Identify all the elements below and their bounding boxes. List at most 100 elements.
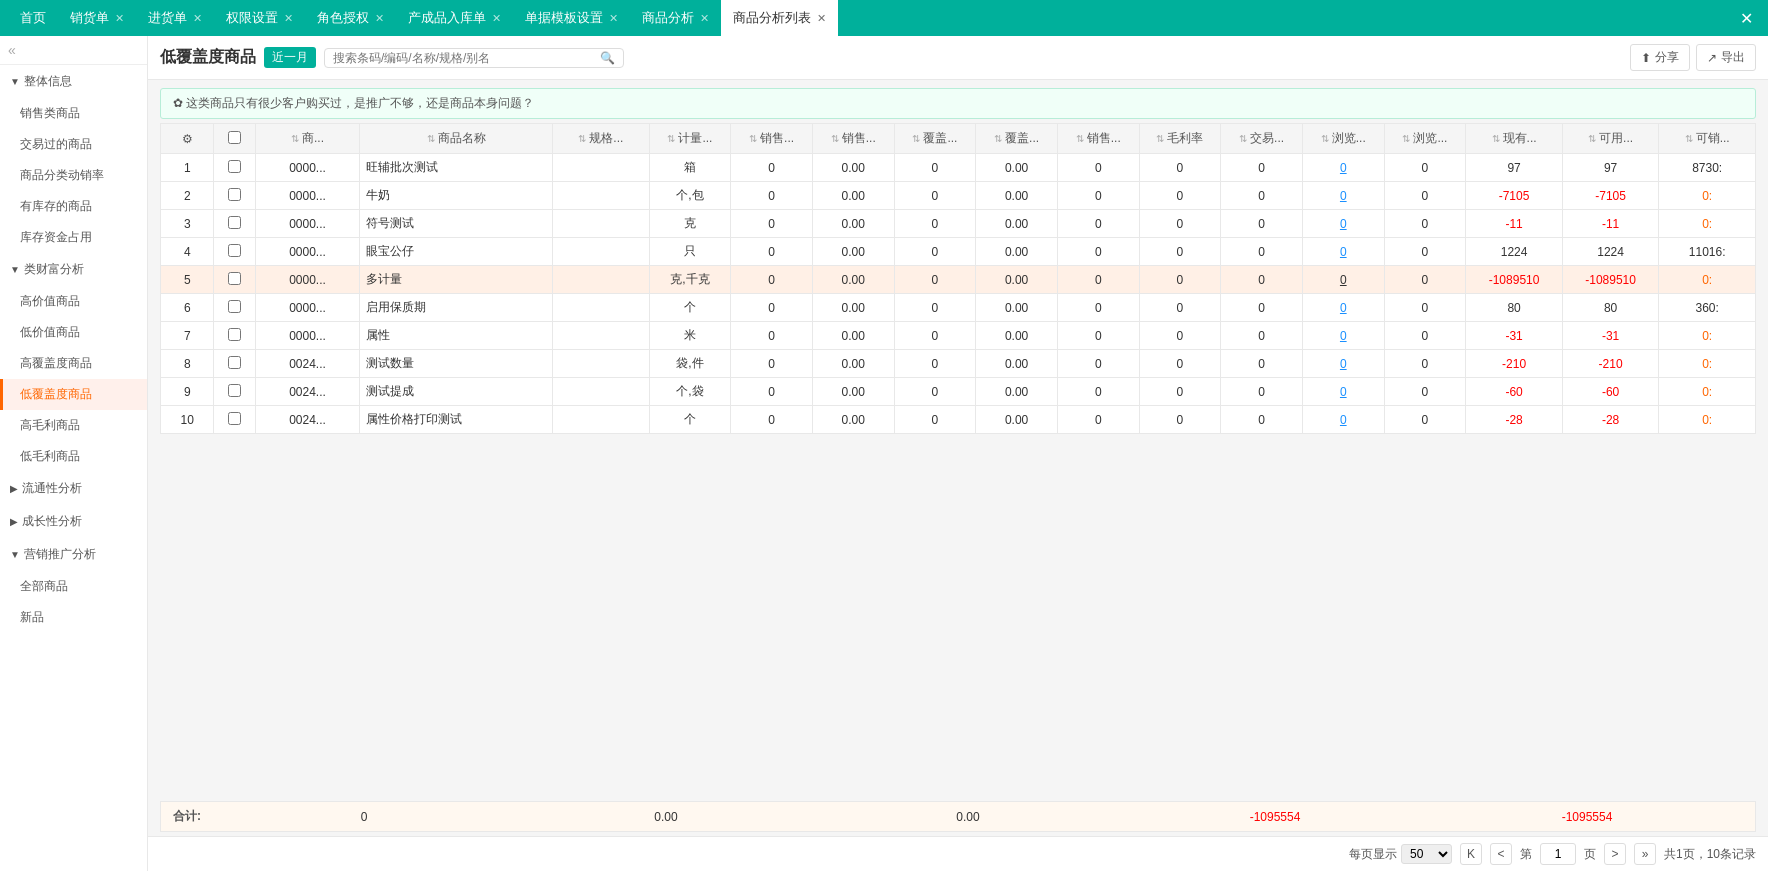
last-page-button[interactable]: »	[1634, 843, 1656, 865]
th-browse2[interactable]: ⇅浏览...	[1384, 124, 1466, 154]
time-filter-button[interactable]: 近一月	[264, 47, 316, 68]
nav-close-role[interactable]: ✕	[375, 12, 384, 25]
row-checkbox[interactable]	[214, 266, 256, 294]
nav-close-permission[interactable]: ✕	[284, 12, 293, 25]
search-input[interactable]	[333, 51, 596, 65]
arrow-icon-2: ▼	[10, 264, 20, 275]
row-unit: 个	[649, 294, 731, 322]
nav-product-analysis[interactable]: 商品分析 ✕	[630, 0, 721, 36]
sidebar-item-with-stock[interactable]: 有库存的商品	[0, 191, 147, 222]
arrow-icon-3: ▶	[10, 483, 18, 494]
first-page-button[interactable]: K	[1460, 843, 1482, 865]
row-browse1[interactable]: 0	[1302, 294, 1384, 322]
row-unit: 个	[649, 406, 731, 434]
row-checkbox[interactable]	[214, 154, 256, 182]
nav-analysis-list[interactable]: 商品分析列表 ✕	[721, 0, 838, 36]
row-checkbox[interactable]	[214, 322, 256, 350]
sidebar-section-growth[interactable]: ▶ 成长性分析	[0, 505, 147, 538]
th-available[interactable]: ⇅可用...	[1562, 124, 1659, 154]
row-checkbox[interactable]	[214, 238, 256, 266]
nav-close-all-button[interactable]: ✕	[1732, 4, 1760, 32]
row-browse1[interactable]: 0	[1302, 238, 1384, 266]
th-checkbox[interactable]	[214, 124, 256, 154]
row-checkbox[interactable]	[214, 406, 256, 434]
row-checkbox[interactable]	[214, 350, 256, 378]
row-available: 97	[1562, 154, 1659, 182]
sidebar-item-low-coverage[interactable]: 低覆盖度商品	[0, 379, 147, 410]
sidebar-item-high-margin[interactable]: 高毛利商品	[0, 410, 147, 441]
row-available: -28	[1562, 406, 1659, 434]
th-cov-cnt[interactable]: ⇅覆盖...	[894, 124, 976, 154]
row-cov-rate: 0.00	[976, 210, 1058, 238]
row-browse1[interactable]: 0	[1302, 182, 1384, 210]
nav-close-purchase[interactable]: ✕	[193, 12, 202, 25]
nav-sales-order[interactable]: 销货单 ✕	[58, 0, 136, 36]
th-unit[interactable]: ⇅计量...	[649, 124, 731, 154]
sidebar-item-new-products[interactable]: 新品	[0, 602, 147, 633]
sidebar-item-high-value[interactable]: 高价值商品	[0, 286, 147, 317]
table-wrapper[interactable]: ⚙ ⇅商... ⇅商品名称 ⇅规格...	[160, 123, 1756, 801]
row-checkbox[interactable]	[214, 210, 256, 238]
sidebar-collapse-button[interactable]: «	[8, 42, 16, 58]
nav-permission[interactable]: 权限设置 ✕	[214, 0, 305, 36]
export-button[interactable]: ↗ 导出	[1696, 44, 1756, 71]
sidebar-section-marketing[interactable]: ▼ 营销推广分析	[0, 538, 147, 571]
row-checkbox[interactable]	[214, 182, 256, 210]
th-sales-cnt[interactable]: ⇅销售...	[1057, 124, 1139, 154]
prev-page-button[interactable]: <	[1490, 843, 1512, 865]
share-button[interactable]: ⬆ 分享	[1630, 44, 1690, 71]
nav-close-analysis[interactable]: ✕	[700, 12, 709, 25]
row-spec	[553, 266, 650, 294]
page-label: 第	[1520, 846, 1532, 863]
th-sales-amt[interactable]: ⇅销售...	[812, 124, 894, 154]
th-settings[interactable]: ⚙	[161, 124, 214, 154]
nav-template-settings[interactable]: 单据模板设置 ✕	[513, 0, 630, 36]
nav-purchase-order[interactable]: 进货单 ✕	[136, 0, 214, 36]
row-browse1[interactable]: 0	[1302, 266, 1384, 294]
nav-home[interactable]: 首页	[8, 0, 58, 36]
sidebar-section-liquidity[interactable]: ▶ 流通性分析	[0, 472, 147, 505]
sidebar-item-high-coverage[interactable]: 高覆盖度商品	[0, 348, 147, 379]
row-checkbox[interactable]	[214, 378, 256, 406]
sidebar-item-low-margin[interactable]: 低毛利商品	[0, 441, 147, 472]
th-spec[interactable]: ⇅规格...	[553, 124, 650, 154]
page-number-input[interactable]	[1540, 843, 1576, 865]
th-cov-rate[interactable]: ⇅覆盖...	[976, 124, 1058, 154]
sidebar-item-stock-capital[interactable]: 库存资金占用	[0, 222, 147, 253]
nav-close-product[interactable]: ✕	[492, 12, 501, 25]
nav-close-template[interactable]: ✕	[609, 12, 618, 25]
row-cov-cnt: 0	[894, 294, 976, 322]
sidebar-item-traded-products[interactable]: 交易过的商品	[0, 129, 147, 160]
row-browse1[interactable]: 0	[1302, 350, 1384, 378]
th-margin[interactable]: ⇅毛利率	[1139, 124, 1221, 154]
th-browse1[interactable]: ⇅浏览...	[1302, 124, 1384, 154]
sidebar-item-low-value[interactable]: 低价值商品	[0, 317, 147, 348]
per-page-dropdown[interactable]: 50 100 200	[1401, 844, 1452, 864]
search-icon[interactable]: 🔍	[600, 51, 615, 65]
sidebar-item-sales-products[interactable]: 销售类商品	[0, 98, 147, 129]
th-sales-qty[interactable]: ⇅销售...	[731, 124, 813, 154]
arrow-icon-4: ▶	[10, 516, 18, 527]
th-current[interactable]: ⇅现有...	[1466, 124, 1563, 154]
nav-role-auth[interactable]: 角色授权 ✕	[305, 0, 396, 36]
nav-close-sales[interactable]: ✕	[115, 12, 124, 25]
th-code[interactable]: ⇅商...	[256, 124, 360, 154]
row-browse1[interactable]: 0	[1302, 154, 1384, 182]
sidebar-item-all-products[interactable]: 全部商品	[0, 571, 147, 602]
sidebar-section-wealth[interactable]: ▼ 类财富分析	[0, 253, 147, 286]
row-browse1[interactable]: 0	[1302, 322, 1384, 350]
th-saleable[interactable]: ⇅可销...	[1659, 124, 1756, 154]
row-browse1[interactable]: 0	[1302, 406, 1384, 434]
sidebar-section-overall[interactable]: ▼ 整体信息	[0, 65, 147, 98]
row-browse1[interactable]: 0	[1302, 210, 1384, 238]
th-trade[interactable]: ⇅交易...	[1221, 124, 1303, 154]
row-checkbox[interactable]	[214, 294, 256, 322]
select-all-checkbox[interactable]	[228, 131, 241, 144]
next-page-button[interactable]: >	[1604, 843, 1626, 865]
row-spec	[553, 378, 650, 406]
nav-close-list[interactable]: ✕	[817, 12, 826, 25]
th-name[interactable]: ⇅商品名称	[359, 124, 552, 154]
sidebar-item-category-rate[interactable]: 商品分类动销率	[0, 160, 147, 191]
row-browse1[interactable]: 0	[1302, 378, 1384, 406]
nav-product-entry[interactable]: 产成品入库单 ✕	[396, 0, 513, 36]
